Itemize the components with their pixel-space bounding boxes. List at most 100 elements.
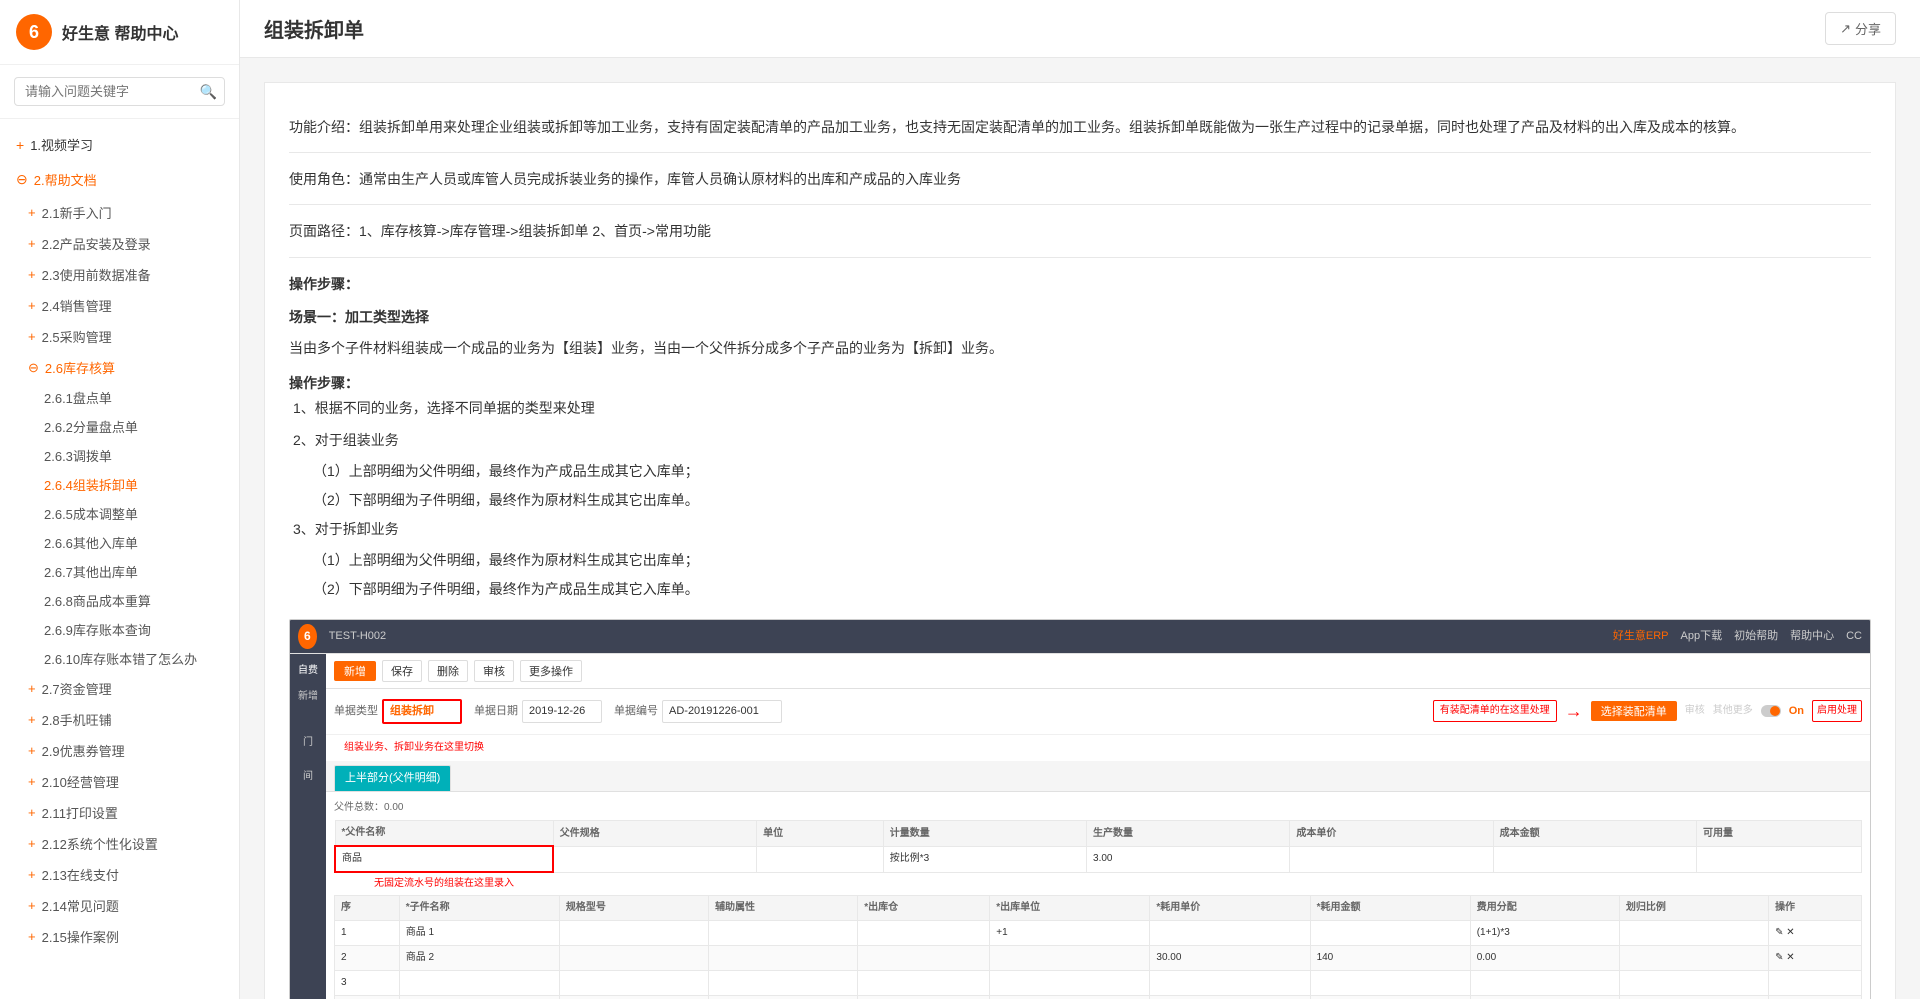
screenshot-annotation3: 组装业务、拆卸业务在这里切换 (344, 739, 484, 757)
sidebar-item-2.6.3[interactable]: 2.6.3调拨单 (44, 441, 239, 470)
screenshot-on-label: On (1789, 702, 1804, 722)
scene1-section: 场景一：加工类型选择 当由多个子件材料组装成一个成品的业务为【组装】业务，当由一… (289, 305, 1871, 361)
scene1-desc: 当由多个子件材料组装成一个成品的业务为【组装】业务，当由一个父件拆分成多个子产品… (289, 336, 1871, 361)
sidebar-item-2.12[interactable]: + 2.12系统个性化设置 (28, 828, 239, 859)
expand-icon-2.14: + (28, 898, 36, 913)
screenshot-toggle[interactable] (1761, 705, 1781, 717)
screenshot-body: 自费 新增 门 间 新增 保存 删除 审核 (290, 654, 1870, 999)
logo-text: 好生意 帮助中心 (62, 20, 178, 44)
share-button[interactable]: ↗ 分享 (1825, 12, 1896, 45)
expand-icon-2.8: + (28, 712, 36, 727)
expand-icon-videos: + (16, 137, 24, 153)
sidebar-item-2.8[interactable]: + 2.8手机旺铺 (28, 704, 239, 735)
screenshot-date-value: 2019-12-26 (522, 700, 602, 724)
nav-tree: + 1.视频学习 ⊖ 2.帮助文档 + 2.1新手入门 + 2.2产品安装及登录… (0, 119, 239, 999)
expand-icon-2.1: + (28, 205, 36, 220)
table-row: 2 商品 2 30.00 140 0.0 (335, 946, 1862, 971)
role-text: 使用角色：通常由生产人员或库管人员完成拆装业务的操作，库管人员确认原材料的出库和… (289, 167, 1871, 192)
sidebar-item-2.13[interactable]: + 2.13在线支付 (28, 859, 239, 890)
logo-area: 6 好生意 帮助中心 (0, 0, 239, 65)
step3-2: （2）下部明细为子件明细，最终作为产成品生成其它入库单。 (313, 577, 1871, 602)
screenshot-lower-table: 序 *子件名称 规格型号 辅助属性 *出库仓 *出库单位 *耗用单价 *耗用金额 (334, 895, 1862, 999)
screenshot-left-nav: 自费 新增 门 间 (290, 654, 326, 999)
steps-list: 1、根据不同的业务，选择不同单据的类型来处理 2、对于组装业务 （1）上部明细为… (289, 396, 1871, 602)
sidebar-item-2.9[interactable]: + 2.9优惠券管理 (28, 735, 239, 766)
screenshot-mock: 6 TEST-H002 好生意ERP App下载 初始帮助 帮助中心 CC 自 (289, 619, 1871, 999)
sidebar-item-2.11[interactable]: + 2.11打印设置 (28, 797, 239, 828)
screenshot-upper-table: *父件名称 父件规格 单位 计量数量 生产数量 成本单价 成本金额 可用量 (334, 820, 1862, 873)
expand-icon-2.3: + (28, 267, 36, 282)
search-icon[interactable]: 🔍 (200, 83, 217, 100)
sidebar-item-2.6.1[interactable]: 2.6.1盘点单 (44, 383, 239, 412)
table-row: 3 (335, 971, 1862, 996)
expand-icon-2.7: + (28, 681, 36, 696)
sidebar-item-2.6.9[interactable]: 2.6.9库存账本查询 (44, 615, 239, 644)
sidebar-item-2.6.7[interactable]: 2.6.7其他出库单 (44, 557, 239, 586)
sidebar-item-videos[interactable]: + 1.视频学习 (0, 127, 239, 162)
share-icon: ↗ (1840, 21, 1851, 37)
screenshot-app: 好生意ERP (1613, 627, 1669, 647)
search-input[interactable] (14, 77, 225, 106)
sidebar-item-2.6.2[interactable]: 2.6.2分量盘点单 (44, 412, 239, 441)
sidebar-item-2.5[interactable]: + 2.5采购管理 (28, 321, 239, 352)
step2: 2、对于组装业务 (293, 428, 1871, 453)
screenshot-tab-upper[interactable]: 上半部分(父件明细) (334, 765, 451, 792)
step3-1: （1）上部明细为父件明细，最终作为原材料生成其它出库单； (313, 548, 1871, 573)
table-row: 商品 按比例*3 3.00 (335, 846, 1862, 872)
screenshot-bill-type-field: 单据类型 组装拆卸 (334, 699, 462, 725)
intro-text: 功能介绍：组装拆卸单用来处理企业组装或拆卸等加工业务，支持有固定装配清单的产品加… (289, 115, 1871, 140)
sidebar-item-2.6.5[interactable]: 2.6.5成本调整单 (44, 499, 239, 528)
step3: 3、对于拆卸业务 (293, 517, 1871, 542)
operations-title: 操作步骤： (289, 272, 1871, 297)
screenshot-nav-help: 初始帮助 (1734, 627, 1778, 647)
table-row: 1 商品 1 +1 (1+1)*3 (335, 921, 1862, 946)
expand-icon-2.11: + (28, 805, 36, 820)
step1: 1、根据不同的业务，选择不同单据的类型来处理 (293, 396, 1871, 421)
sidebar-item-2.4[interactable]: + 2.4销售管理 (28, 290, 239, 321)
screenshot-audit-btn[interactable]: 审核 (474, 660, 514, 682)
content-area: 功能介绍：组装拆卸单用来处理企业组装或拆卸等加工业务，支持有固定装配清单的产品加… (240, 58, 1920, 999)
screenshot-billno-field: 单据编号 AD-20191226-001 (614, 700, 782, 724)
screenshot-form-row1: 单据类型 组装拆卸 单据日期 2019-12-26 单据编号 AD-201912… (326, 689, 1870, 734)
expand-icon-2.15: + (28, 929, 36, 944)
sidebar-item-2.6.6[interactable]: 2.6.6其他入库单 (44, 528, 239, 557)
expand-icon-2.5: + (28, 329, 36, 344)
sidebar-item-docs[interactable]: ⊖ 2.帮助文档 (0, 162, 239, 197)
sidebar-item-2.6[interactable]: ⊖ 2.6库存核算 (28, 352, 239, 383)
screenshot-annotation2: 启用处理 (1812, 700, 1862, 722)
sidebar-item-2.14[interactable]: + 2.14常见问题 (28, 890, 239, 921)
sidebar-item-2.1[interactable]: + 2.1新手入门 (28, 197, 239, 228)
path-text: 页面路径：1、库存核算->库存管理->组装拆卸单 2、首页->常用功能 (289, 219, 1871, 244)
screenshot-main: 新增 保存 删除 审核 更多操作 单据类型 组装拆卸 (326, 654, 1870, 999)
content-wrapper: 功能介绍：组装拆卸单用来处理企业组装或拆卸等加工业务，支持有固定装配清单的产品加… (264, 82, 1896, 999)
nav-sub-2.6: 2.6.1盘点单 2.6.2分量盘点单 2.6.3调拨单 2.6.4组装拆卸单 … (28, 383, 239, 673)
step2-1: （1）上部明细为父件明细，最终作为产成品生成其它入库单； (313, 459, 1871, 484)
expand-icon-2.9: + (28, 743, 36, 758)
sidebar-item-2.10[interactable]: + 2.10经营管理 (28, 766, 239, 797)
sidebar-item-2.6.8[interactable]: 2.6.8商品成本重算 (44, 586, 239, 615)
expand-icon-2.10: + (28, 774, 36, 789)
sidebar-item-2.6.4[interactable]: 2.6.4组装拆卸单 (44, 470, 239, 499)
steps-title: 操作步骤： (289, 371, 1871, 396)
screenshot-save-btn[interactable]: 保存 (382, 660, 422, 682)
screenshot-nav-appdownload: App下载 (1681, 627, 1723, 647)
expand-icon-2.4: + (28, 298, 36, 313)
screenshot-bill-type-value[interactable]: 组装拆卸 (382, 699, 462, 725)
sidebar-item-2.7[interactable]: + 2.7资金管理 (28, 673, 239, 704)
screenshot-new-btn[interactable]: 新增 (334, 661, 376, 681)
screenshot-top-bar: 6 TEST-H002 好生意ERP App下载 初始帮助 帮助中心 CC (290, 620, 1870, 655)
screenshot-annotation4-label: 无固定流水号的组装在这里录入 (374, 875, 514, 893)
screenshot-date-field: 单据日期 2019-12-26 (474, 700, 602, 724)
top-bar: 组装拆卸单 ↗ 分享 (240, 0, 1920, 58)
screenshot-annotation1: 有装配清单的在这里处理 (1433, 700, 1557, 722)
sidebar-item-2.15[interactable]: + 2.15操作案例 (28, 921, 239, 952)
sidebar-item-2.6.10[interactable]: 2.6.10库存账本错了怎么办 (44, 644, 239, 673)
screenshot-more-btn[interactable]: 更多操作 (520, 660, 582, 682)
screenshot-system: TEST-H002 (329, 627, 386, 647)
sidebar-item-2.2[interactable]: + 2.2产品安装及登录 (28, 228, 239, 259)
screenshot-choose-btn[interactable]: 选择装配清单 (1591, 701, 1677, 721)
sidebar-item-2.3[interactable]: + 2.3使用前数据准备 (28, 259, 239, 290)
screenshot-toolbar: 新增 保存 删除 审核 更多操作 (326, 654, 1870, 689)
screenshot-logo: 6 (298, 624, 317, 650)
screenshot-delete-btn[interactable]: 删除 (428, 660, 468, 682)
